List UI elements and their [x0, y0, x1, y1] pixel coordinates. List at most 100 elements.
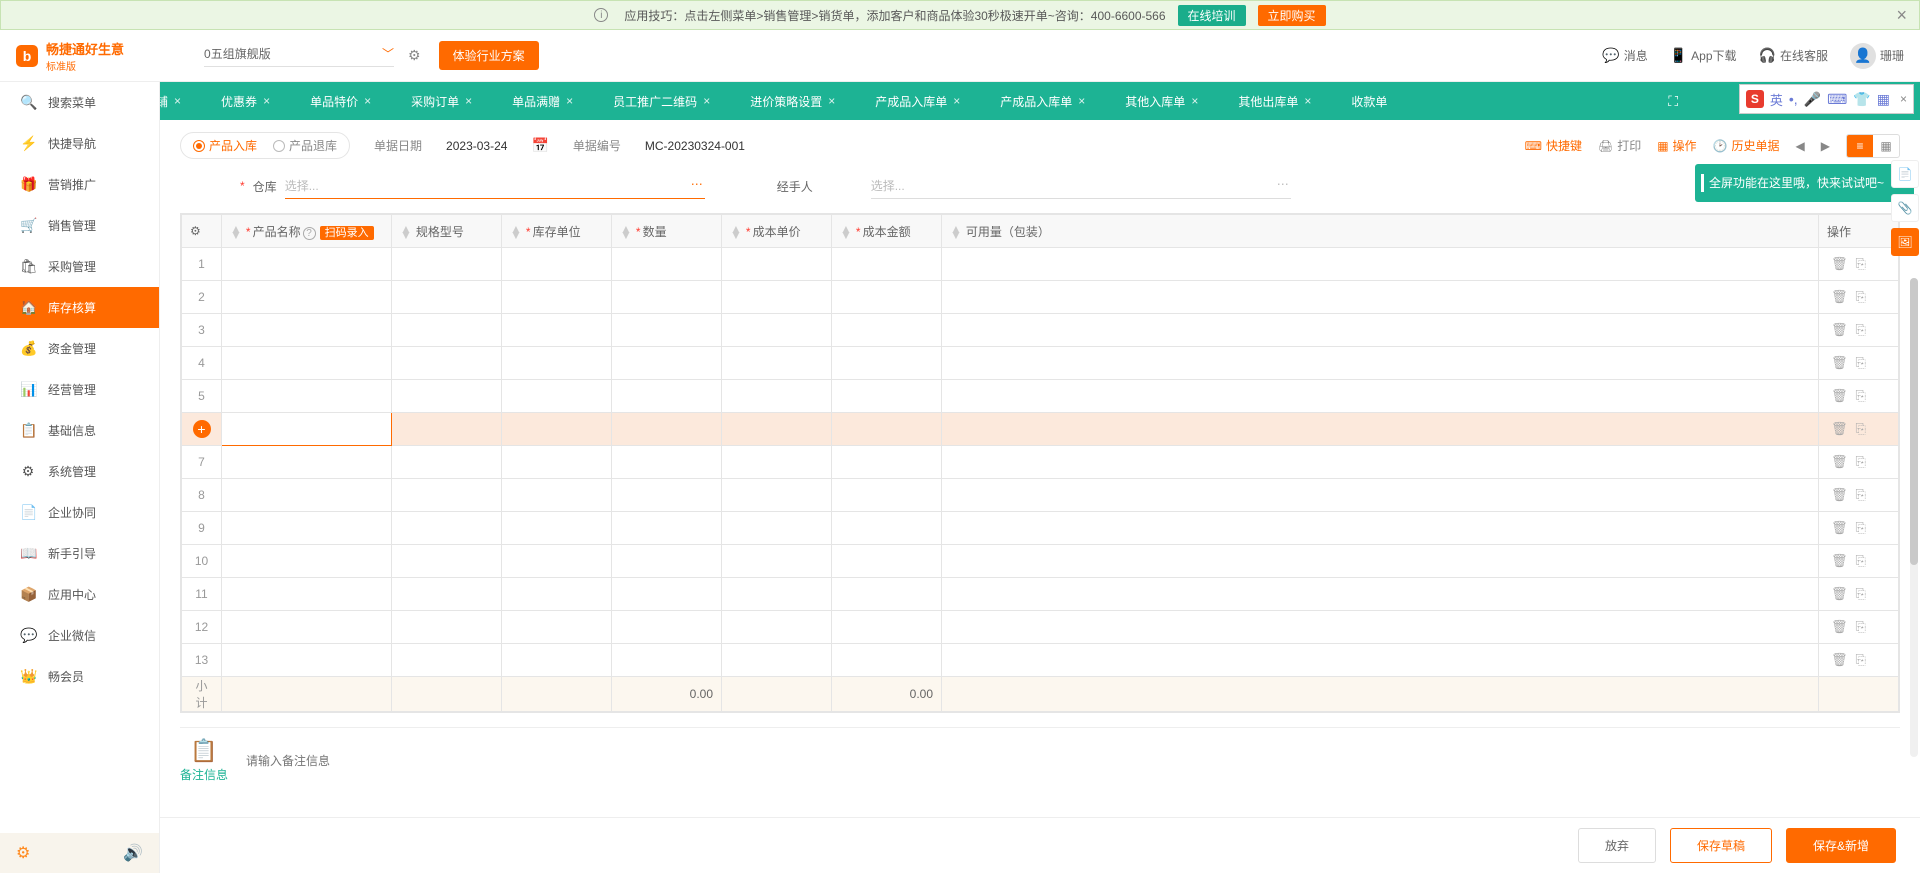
print-button[interactable]: 🖨打印 [1598, 137, 1641, 154]
table-row[interactable]: + 🗑 ⎘ [182, 413, 1899, 446]
table-row[interactable]: 9🗑⎘ [182, 512, 1899, 545]
tab-instock2[interactable]: 产成品入库单× [980, 82, 1105, 120]
close-icon[interactable]: × [465, 94, 472, 108]
copy-icon[interactable]: ⎘ [1856, 520, 1866, 535]
table-row[interactable]: 2🗑⎘ [182, 281, 1899, 314]
delete-icon[interactable]: 🗑 [1831, 421, 1848, 436]
scrollbar-thumb[interactable] [1910, 278, 1918, 565]
col-name[interactable]: ▲▼*产品名称?扫码录入 [222, 215, 392, 248]
sidebar-item[interactable]: 📦应用中心 [0, 574, 159, 615]
delete-icon[interactable]: 🗑 [1831, 487, 1848, 502]
col-amt[interactable]: ▲▼*成本金额 [832, 215, 942, 248]
close-icon[interactable]: × [703, 94, 710, 108]
ime-lang[interactable]: 英 [1770, 90, 1783, 109]
copy-icon[interactable]: ⎘ [1856, 652, 1866, 667]
close-icon[interactable]: × [1078, 94, 1085, 108]
lookup-icon[interactable]: ⋯ [691, 177, 705, 194]
ime-punct-icon[interactable]: •, [1789, 91, 1798, 107]
table-row[interactable]: 13🗑⎘ [182, 644, 1899, 677]
copy-icon[interactable]: ⎘ [1856, 289, 1866, 304]
rail-doc-icon[interactable]: 📄 [1891, 160, 1919, 188]
delete-icon[interactable]: 🗑 [1831, 553, 1848, 568]
table-row[interactable]: 4🗑⎘ [182, 347, 1899, 380]
tab-otherin[interactable]: 其他入库单× [1105, 82, 1218, 120]
settings-icon[interactable]: ⚙ [408, 47, 421, 64]
copy-icon[interactable]: ⎘ [1856, 256, 1866, 271]
delete-icon[interactable]: 🗑 [1831, 322, 1848, 337]
sidebar-item[interactable]: 📄企业协同 [0, 492, 159, 533]
delete-icon[interactable]: 🗑 [1831, 454, 1848, 469]
radio-in[interactable]: 产品入库 [193, 137, 257, 154]
copy-icon[interactable]: ⎘ [1856, 322, 1866, 337]
table-row[interactable]: 3🗑⎘ [182, 314, 1899, 347]
table-row[interactable]: 12🗑⎘ [182, 611, 1899, 644]
customer-service-link[interactable]: 🎧在线客服 [1759, 47, 1828, 64]
radio-out[interactable]: 产品退库 [273, 137, 337, 154]
lookup-icon[interactable]: ⋯ [1277, 177, 1291, 194]
calendar-icon[interactable]: 📅 [531, 137, 548, 154]
ime-keyboard-icon[interactable]: ⌨ [1827, 91, 1847, 108]
copy-icon[interactable]: ⎘ [1856, 355, 1866, 370]
sidebar-item[interactable]: 💬企业微信 [0, 615, 159, 656]
table-row[interactable]: 7🗑⎘ [182, 446, 1899, 479]
sidebar-item[interactable]: ⚡快捷导航 [0, 123, 159, 164]
table-row[interactable]: 11🗑⎘ [182, 578, 1899, 611]
tab-purchase[interactable]: 采购订单× [391, 82, 492, 120]
close-icon[interactable]: × [1191, 94, 1198, 108]
operator-input[interactable]: 选择...⋯ [871, 173, 1291, 199]
close-icon[interactable]: × [828, 94, 835, 108]
table-row[interactable]: 1🗑⎘ [182, 248, 1899, 281]
sidebar-collapse-icon[interactable]: 🔊 [123, 843, 143, 863]
col-qty[interactable]: ▲▼*数量 [612, 215, 722, 248]
copy-icon[interactable]: ⎘ [1856, 619, 1866, 634]
ime-skin-icon[interactable]: 👕 [1853, 91, 1870, 108]
sidebar-item[interactable]: 🛒销售管理 [0, 205, 159, 246]
tab-qrcode[interactable]: 员工推广二维码× [593, 82, 730, 120]
delete-icon[interactable]: 🗑 [1831, 652, 1848, 667]
hotkey-button[interactable]: ⌨快捷键 [1525, 137, 1582, 154]
sidebar-item[interactable]: 💰资金管理 [0, 328, 159, 369]
delete-icon[interactable]: 🗑 [1831, 355, 1848, 370]
sidebar-item[interactable]: 🏠库存核算 [0, 287, 159, 328]
ops-button[interactable]: ▦操作 [1657, 137, 1696, 154]
scan-button[interactable]: 扫码录入 [320, 226, 374, 240]
date-value[interactable]: 2023-03-24 [446, 139, 507, 153]
table-row[interactable]: 5🗑⎘ [182, 380, 1899, 413]
sidebar-item[interactable]: 📋基础信息 [0, 410, 159, 451]
col-price[interactable]: ▲▼*成本单价 [722, 215, 832, 248]
tab-otherout[interactable]: 其他出库单× [1218, 82, 1331, 120]
sidebar-item[interactable]: 📊经营管理 [0, 369, 159, 410]
delete-icon[interactable]: 🗑 [1831, 520, 1848, 535]
tab-coupon[interactable]: 优惠券× [201, 82, 290, 120]
sidebar-item[interactable]: 📖新手引导 [0, 533, 159, 574]
copy-icon[interactable]: ⎘ [1856, 586, 1866, 601]
discard-button[interactable]: 放弃 [1578, 828, 1656, 863]
copy-icon[interactable]: ⎘ [1856, 388, 1866, 403]
copy-icon[interactable]: ⎘ [1856, 487, 1866, 502]
app-download-link[interactable]: 📱App下载 [1670, 47, 1737, 64]
tab-special[interactable]: 单品特价× [290, 82, 391, 120]
history-button[interactable]: 🕑历史单据 [1713, 137, 1780, 154]
close-icon[interactable]: × [1304, 94, 1311, 108]
fullscreen-icon[interactable]: ⛶ [1668, 93, 1678, 110]
rail-clip-icon[interactable]: 📎 [1891, 194, 1919, 222]
close-icon[interactable]: × [953, 94, 960, 108]
promo-train-button[interactable]: 在线培训 [1178, 5, 1246, 26]
add-row-button[interactable]: + [193, 420, 211, 438]
col-avail[interactable]: ▲▼可用量（包装） [942, 215, 1819, 248]
scrollbar[interactable] [1910, 278, 1918, 757]
close-icon[interactable]: × [364, 94, 371, 108]
next-button[interactable]: ▶ [1821, 139, 1830, 153]
warehouse-input[interactable]: 选择...⋯ [285, 173, 705, 199]
messages-link[interactable]: 💬消息 [1602, 47, 1647, 64]
sidebar-item[interactable]: 🛍采购管理 [0, 246, 159, 287]
col-settings[interactable]: ⚙ [182, 215, 222, 248]
tab-receipt[interactable]: 收款单 [1331, 82, 1407, 120]
ime-close-icon[interactable]: × [1900, 92, 1907, 106]
view-list-icon[interactable]: ≡ [1847, 135, 1873, 157]
copy-icon[interactable]: ⎘ [1856, 421, 1866, 436]
close-icon[interactable]: × [174, 94, 181, 108]
remark-input[interactable] [246, 738, 1900, 783]
sidebar-settings-icon[interactable]: ⚙ [16, 843, 30, 863]
close-icon[interactable]: × [566, 94, 573, 108]
